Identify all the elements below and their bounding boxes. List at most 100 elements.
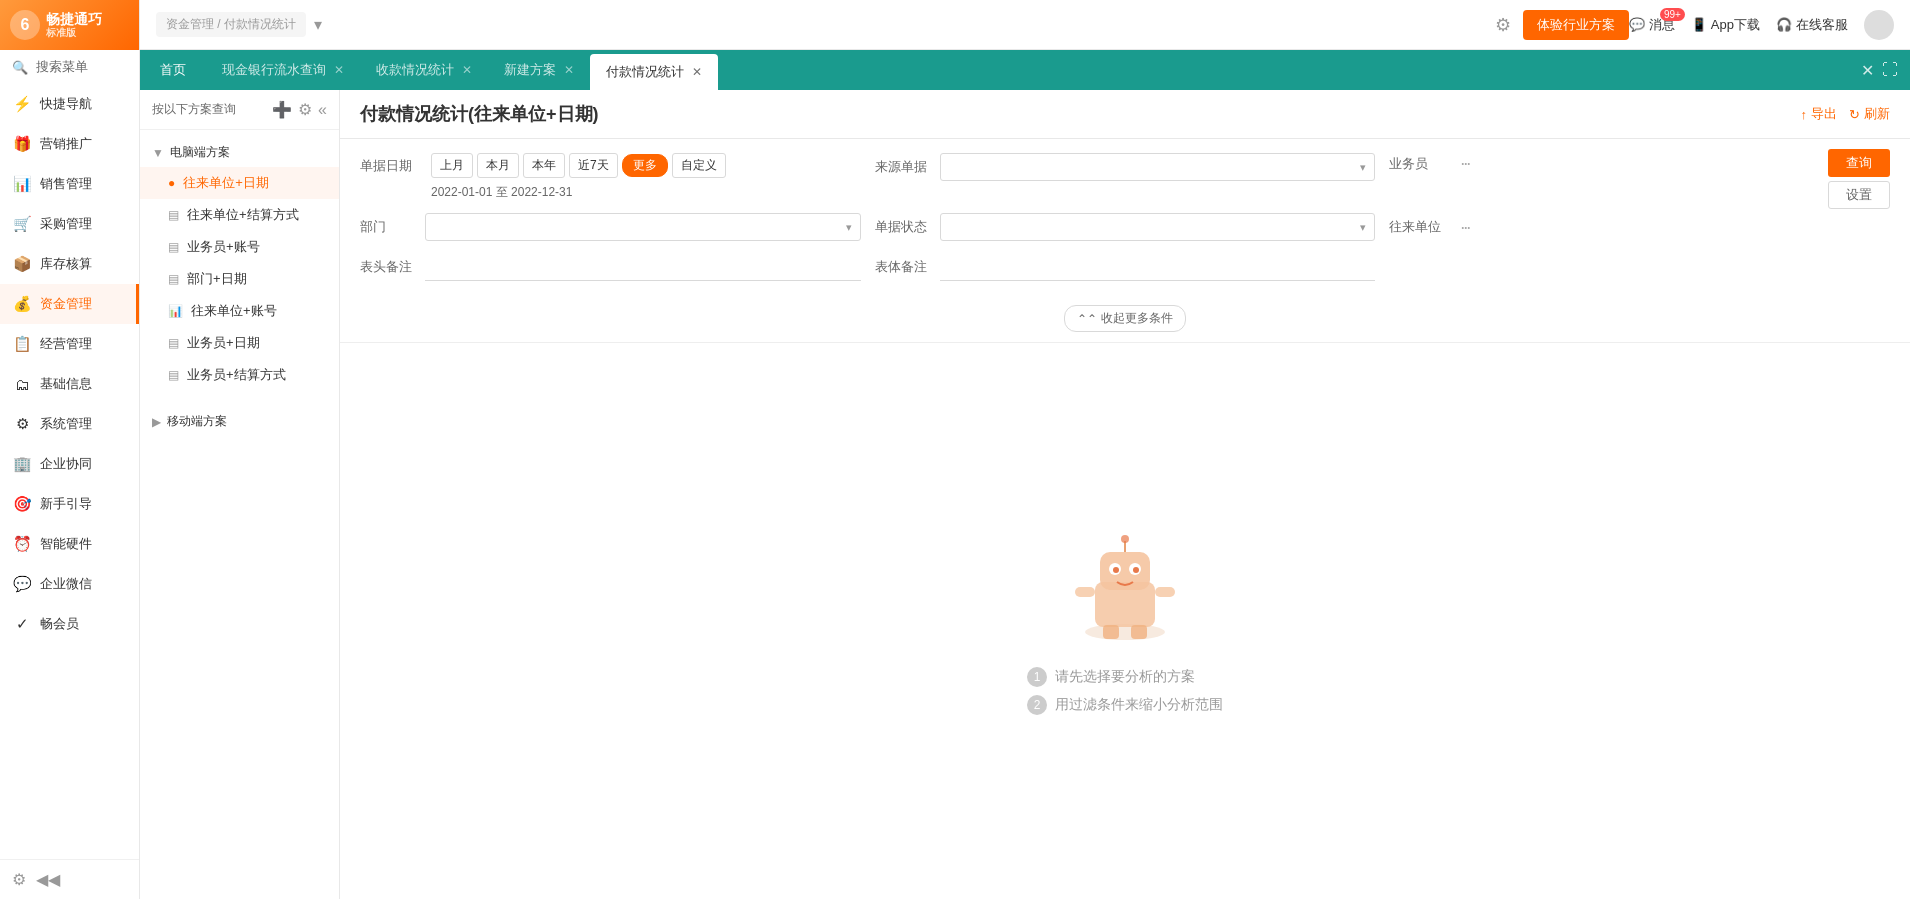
- scheme-settings-icon[interactable]: ⚙: [298, 100, 312, 119]
- mobile-group-title[interactable]: ▶ 移动端方案: [140, 407, 339, 436]
- empty-tips: 1 请先选择要分析的方案 2 用过滤条件来缩小分析范围: [1027, 667, 1223, 715]
- body-note-input[interactable]: [940, 253, 1376, 281]
- tab-new-scheme[interactable]: 新建方案 ✕: [488, 50, 590, 90]
- empty-illustration: [1065, 527, 1185, 647]
- settings-icon[interactable]: ⚙: [12, 870, 26, 889]
- header-note-label: 表头备注: [360, 258, 425, 276]
- user-avatar[interactable]: [1864, 10, 1894, 40]
- export-button[interactable]: ↑ 导出: [1801, 105, 1838, 123]
- app-download-item[interactable]: 📱 App下载: [1691, 16, 1760, 34]
- sidebar-item-hardware[interactable]: ⏰ 智能硬件: [0, 524, 139, 564]
- sidebar-item-finance[interactable]: 💰 资金管理: [0, 284, 139, 324]
- tab-close-icon[interactable]: ✕: [564, 63, 574, 77]
- header-settings-icon[interactable]: ⚙: [1495, 14, 1511, 36]
- sidebar-item-guide[interactable]: 🎯 新手引导: [0, 484, 139, 524]
- logo: 6 畅捷通巧 标准版: [0, 0, 139, 50]
- sidebar-item-sales[interactable]: 📊 销售管理: [0, 164, 139, 204]
- inventory-icon: 📦: [12, 254, 32, 274]
- table-icon: ▤: [168, 240, 179, 254]
- tab-cash-flow[interactable]: 现金银行流水查询 ✕: [206, 50, 360, 90]
- scheme-item-staff-settlement[interactable]: ▤ 业务员+结算方式: [140, 359, 339, 391]
- source-filter-cell: 来源单据 ▾: [875, 153, 1376, 181]
- collapse-sidebar-icon[interactable]: ◀◀: [36, 870, 60, 889]
- sidebar-item-basic-info[interactable]: 🗂 基础信息: [0, 364, 139, 404]
- online-support-item[interactable]: 🎧 在线客服: [1776, 16, 1848, 34]
- mobile-group-label: 移动端方案: [167, 413, 227, 430]
- sidebar-item-inventory[interactable]: 📦 库存核算: [0, 244, 139, 284]
- this-month-btn[interactable]: 本月: [477, 153, 519, 178]
- scheme-item-staff-date[interactable]: ▤ 业务员+日期: [140, 327, 339, 359]
- sidebar-item-label: 销售管理: [40, 175, 92, 193]
- tab-receipt-stats[interactable]: 收款情况统计 ✕: [360, 50, 488, 90]
- collapse-panel-icon[interactable]: «: [318, 101, 327, 119]
- dropdown-icon[interactable]: ▾: [314, 15, 322, 34]
- this-year-btn[interactable]: 本年: [523, 153, 565, 178]
- breadcrumb: 资金管理 / 付款情况统计: [156, 12, 306, 37]
- breadcrumb-area: 资金管理 / 付款情况统计 ▾: [156, 12, 1483, 37]
- maximize-icon[interactable]: ⛶: [1882, 61, 1898, 79]
- scheme-item-label: 往来单位+结算方式: [187, 206, 299, 224]
- date-filter-cell: 单据日期 上月 本月 本年 近7天 更多 自定义: [360, 153, 861, 201]
- sales-icon: 📊: [12, 174, 32, 194]
- scheme-item-partner-date[interactable]: ● 往来单位+日期: [140, 167, 339, 199]
- settings-button[interactable]: 设置: [1828, 181, 1890, 209]
- sidebar-item-purchase[interactable]: 🛒 采购管理: [0, 204, 139, 244]
- query-button[interactable]: 查询: [1828, 149, 1890, 177]
- tab-payment-stats[interactable]: 付款情况统计 ✕: [590, 54, 718, 90]
- trial-button[interactable]: 体验行业方案: [1523, 10, 1629, 40]
- tab-close-icon[interactable]: ✕: [462, 63, 472, 77]
- header-note-input[interactable]: [425, 253, 861, 281]
- phone-icon: 📱: [1691, 17, 1707, 32]
- sidebar-item-wechat[interactable]: 💬 企业微信: [0, 564, 139, 604]
- scheme-item-dept-date[interactable]: ▤ 部门+日期: [140, 263, 339, 295]
- source-select[interactable]: ▾: [940, 153, 1376, 181]
- last-7days-btn[interactable]: 近7天: [569, 153, 618, 178]
- collapse-label: 收起更多条件: [1101, 310, 1173, 327]
- scheme-item-partner-settlement[interactable]: ▤ 往来单位+结算方式: [140, 199, 339, 231]
- quick-nav-icon: ⚡: [12, 94, 32, 114]
- tip-num-2: 2: [1027, 695, 1047, 715]
- scheme-item-partner-account[interactable]: 📊 往来单位+账号: [140, 295, 339, 327]
- sidebar-item-member[interactable]: ✓ 畅会员: [0, 604, 139, 644]
- tab-close-icon[interactable]: ✕: [334, 63, 344, 77]
- tab-home[interactable]: 首页: [140, 50, 206, 90]
- custom-btn[interactable]: 自定义: [672, 153, 726, 178]
- sidebar-item-label: 库存核算: [40, 255, 92, 273]
- sidebar-item-label: 资金管理: [40, 295, 92, 313]
- sidebar-item-enterprise[interactable]: 🏢 企业协同: [0, 444, 139, 484]
- sidebar-item-marketing[interactable]: 🎁 营销推广: [0, 124, 139, 164]
- doc-status-select[interactable]: ▾: [940, 213, 1376, 241]
- search-menu-item[interactable]: 🔍 搜索菜单: [0, 50, 139, 84]
- sidebar-item-label: 快捷导航: [40, 95, 92, 113]
- last-month-btn[interactable]: 上月: [431, 153, 473, 178]
- sidebar: 6 畅捷通巧 标准版 🔍 搜索菜单 ⚡ 快捷导航 🎁 营销推广 📊 销售管理 🛒…: [0, 0, 140, 899]
- expand-arrow-icon: ▶: [152, 415, 161, 429]
- partner-dots[interactable]: ···: [1460, 217, 1469, 238]
- more-btn[interactable]: 更多: [622, 154, 668, 177]
- dept-select[interactable]: ▾: [425, 213, 861, 241]
- sidebar-item-operations[interactable]: 📋 经营管理: [0, 324, 139, 364]
- close-all-tabs-icon[interactable]: ✕: [1861, 61, 1874, 80]
- table-icon: ▤: [168, 368, 179, 382]
- collapse-conditions-btn[interactable]: ⌃⌃ 收起更多条件: [1064, 305, 1186, 332]
- sidebar-nav: ⚡ 快捷导航 🎁 营销推广 📊 销售管理 🛒 采购管理 📦 库存核算 💰 资金管…: [0, 84, 139, 859]
- tab-label: 现金银行流水查询: [222, 61, 326, 79]
- add-scheme-icon[interactable]: ➕: [272, 100, 292, 119]
- hardware-icon: ⏰: [12, 534, 32, 554]
- operations-icon: 📋: [12, 334, 32, 354]
- sidebar-item-quick-nav[interactable]: ⚡ 快捷导航: [0, 84, 139, 124]
- desktop-group-title[interactable]: ▼ 电脑端方案: [140, 138, 339, 167]
- sidebar-item-system[interactable]: ⚙ 系统管理: [0, 404, 139, 444]
- search-icon: 🔍: [12, 60, 28, 75]
- refresh-label: 刷新: [1864, 105, 1890, 123]
- tab-close-icon[interactable]: ✕: [692, 65, 702, 79]
- scheme-item-staff-account[interactable]: ▤ 业务员+账号: [140, 231, 339, 263]
- enterprise-icon: 🏢: [12, 454, 32, 474]
- logo-icon: 6: [10, 10, 40, 40]
- notification-item[interactable]: 💬 消息 99+: [1629, 16, 1675, 34]
- scheme-item-label: 往来单位+账号: [191, 302, 277, 320]
- salesperson-dots[interactable]: ···: [1460, 153, 1469, 174]
- search-label: 搜索菜单: [36, 58, 88, 76]
- refresh-button[interactable]: ↻ 刷新: [1849, 105, 1890, 123]
- date-range-display: 2022-01-01 至 2022-12-31: [431, 184, 572, 201]
